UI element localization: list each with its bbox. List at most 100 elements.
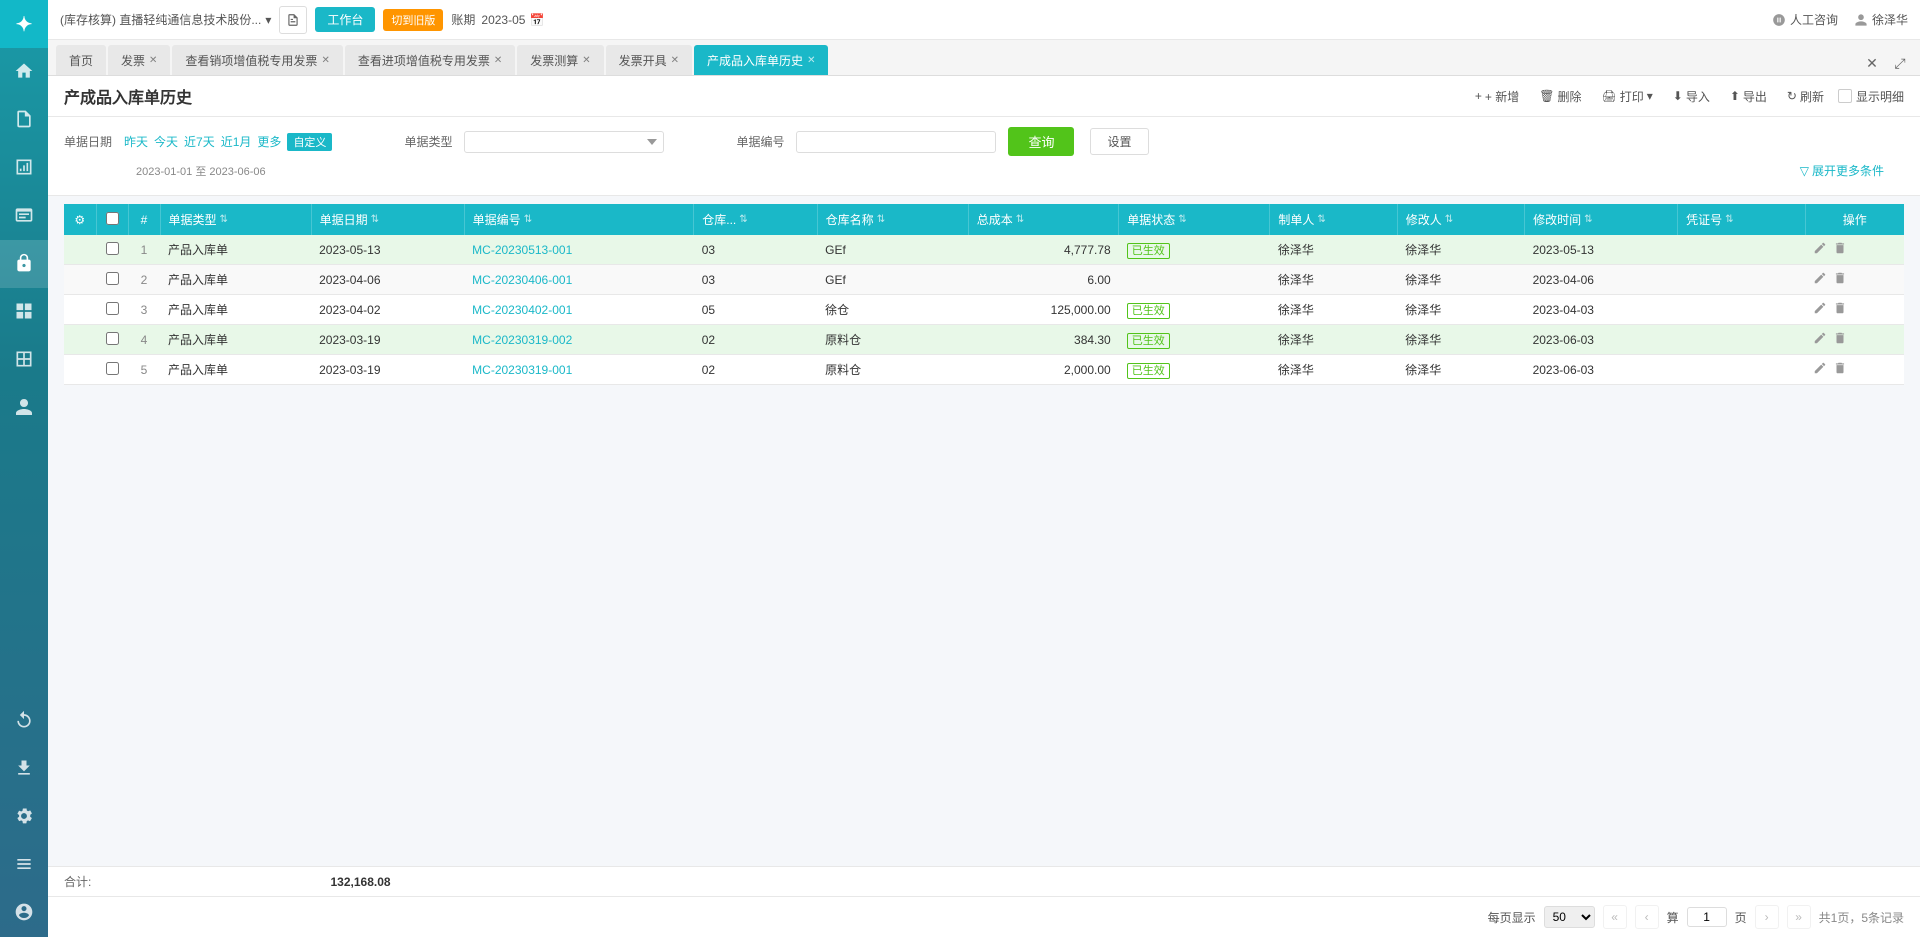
doc-icon-btn[interactable] — [279, 6, 307, 34]
delete-btn[interactable]: 🗑 删除 — [1533, 85, 1587, 108]
next-page-btn[interactable]: › — [1755, 905, 1779, 929]
expand-conditions-btn[interactable]: ▽ 展开更多条件 — [1800, 162, 1884, 179]
th-voucher-no[interactable]: 凭证号⇅ — [1678, 204, 1805, 235]
th-doc-status[interactable]: 单据状态⇅ — [1119, 204, 1270, 235]
tab-check-input-vat-close[interactable]: ✕ — [494, 55, 502, 66]
tab-invoice-open[interactable]: 发票开具 ✕ — [606, 45, 692, 75]
doc-no-input[interactable] — [796, 131, 996, 153]
tab-invoice[interactable]: 发票 ✕ — [108, 45, 170, 75]
cell-checkbox[interactable] — [96, 325, 128, 355]
tab-close-all-btn[interactable]: ✕ — [1860, 51, 1884, 75]
cell-doc-no[interactable]: MC-20230402-001 — [464, 295, 694, 325]
sidebar-item-bill[interactable] — [0, 192, 48, 240]
sidebar-item-play[interactable] — [0, 841, 48, 889]
th-total-cost[interactable]: 总成本⇅ — [968, 204, 1118, 235]
row-delete-icon[interactable] — [1833, 271, 1847, 288]
import-btn[interactable]: ⬇ 导入 — [1667, 85, 1716, 108]
doc-no-link[interactable]: MC-20230513-001 — [472, 243, 572, 257]
row-edit-icon[interactable] — [1813, 241, 1827, 258]
row-checkbox[interactable] — [106, 302, 119, 315]
tab-home[interactable]: 首页 — [56, 45, 106, 75]
sidebar-item-gear[interactable] — [0, 793, 48, 841]
last-page-btn[interactable]: » — [1787, 905, 1811, 929]
row-edit-icon[interactable] — [1813, 271, 1827, 288]
th-doc-type[interactable]: 单据类型⇅ — [160, 204, 311, 235]
add-btn[interactable]: + + 新增 — [1469, 85, 1525, 108]
select-all-checkbox[interactable] — [106, 212, 119, 225]
cell-checkbox[interactable] — [96, 265, 128, 295]
doc-no-link[interactable]: MC-20230319-001 — [472, 363, 572, 377]
query-btn[interactable]: 查询 — [1008, 127, 1074, 156]
tab-invoice-open-close[interactable]: ✕ — [671, 55, 679, 66]
user-service-btn[interactable]: 人工咨询 — [1772, 11, 1838, 28]
th-creator[interactable]: 制单人⇅ — [1270, 204, 1397, 235]
sidebar-item-table2[interactable] — [0, 336, 48, 384]
th-doc-date[interactable]: 单据日期⇅ — [311, 204, 464, 235]
tab-maximize-btn[interactable]: ⤢ — [1888, 51, 1912, 75]
th-checkbox[interactable] — [96, 204, 128, 235]
tab-check-sales-vat-close[interactable]: ✕ — [321, 55, 329, 66]
cell-doc-no[interactable]: MC-20230319-002 — [464, 325, 694, 355]
row-edit-icon[interactable] — [1813, 301, 1827, 318]
tab-product-inbound-history[interactable]: 产成品入库单历史 ✕ — [694, 45, 828, 75]
tab-invoice-calc-close[interactable]: ✕ — [582, 55, 590, 66]
tab-invoice-close[interactable]: ✕ — [149, 55, 157, 66]
tab-check-sales-vat[interactable]: 查看销项增值税专用发票 ✕ — [172, 45, 342, 75]
th-modifier[interactable]: 修改人⇅ — [1397, 204, 1524, 235]
company-dropdown-icon[interactable]: ▾ — [265, 13, 271, 27]
show-detail-toggle[interactable]: 显示明细 — [1838, 88, 1904, 105]
row-delete-icon[interactable] — [1833, 361, 1847, 378]
show-detail-checkbox[interactable] — [1838, 89, 1852, 103]
doc-no-link[interactable]: MC-20230319-002 — [472, 333, 572, 347]
cell-doc-no[interactable]: MC-20230513-001 — [464, 235, 694, 265]
row-delete-icon[interactable] — [1833, 331, 1847, 348]
switch-period-btn[interactable]: 切到旧版 — [383, 9, 443, 31]
refresh-btn[interactable]: ↻ 刷新 — [1781, 85, 1830, 108]
date-today[interactable]: 今天 — [154, 133, 178, 150]
sidebar-item-vip[interactable] — [0, 889, 48, 937]
row-edit-icon[interactable] — [1813, 361, 1827, 378]
th-warehouse-code[interactable]: 仓库...⇅ — [694, 204, 817, 235]
date-custom-tag[interactable]: 自定义 — [287, 133, 332, 151]
settings-icon-th[interactable]: ⚙ — [74, 213, 85, 227]
page-input[interactable] — [1687, 907, 1727, 927]
workbench-btn[interactable]: 工作台 — [315, 7, 375, 32]
sidebar-item-home[interactable] — [0, 48, 48, 96]
cell-checkbox[interactable] — [96, 295, 128, 325]
row-checkbox[interactable] — [106, 332, 119, 345]
prev-page-btn[interactable]: ‹ — [1635, 905, 1659, 929]
cell-doc-no[interactable]: MC-20230319-001 — [464, 355, 694, 385]
date-7days[interactable]: 近7天 — [184, 133, 215, 150]
set-btn[interactable]: 设置 — [1090, 128, 1148, 155]
tab-product-inbound-close[interactable]: ✕ — [807, 55, 815, 66]
sidebar-item-chart[interactable] — [0, 144, 48, 192]
date-more[interactable]: 更多 — [257, 133, 281, 150]
sidebar-item-lock[interactable] — [0, 240, 48, 288]
export-btn[interactable]: ⬆ 导出 — [1724, 85, 1773, 108]
page-size-select[interactable]: 50 10 20 100 — [1544, 906, 1595, 928]
date-yesterday[interactable]: 昨天 — [124, 133, 148, 150]
sidebar-item-grid[interactable] — [0, 288, 48, 336]
row-checkbox[interactable] — [106, 242, 119, 255]
row-checkbox[interactable] — [106, 272, 119, 285]
th-warehouse-name[interactable]: 仓库名称⇅ — [817, 204, 968, 235]
tab-invoice-calc[interactable]: 发票测算 ✕ — [517, 45, 603, 75]
cell-doc-no[interactable]: MC-20230406-001 — [464, 265, 694, 295]
date-1month[interactable]: 近1月 — [221, 133, 252, 150]
row-checkbox[interactable] — [106, 362, 119, 375]
sidebar-item-person[interactable] — [0, 384, 48, 432]
doc-type-select[interactable] — [464, 131, 664, 153]
row-edit-icon[interactable] — [1813, 331, 1827, 348]
user-avatar-btn[interactable]: 徐泽华 — [1854, 11, 1908, 28]
cell-checkbox[interactable] — [96, 235, 128, 265]
print-btn[interactable]: 🖨 打印 ▾ — [1595, 85, 1658, 108]
sidebar-item-doc[interactable] — [0, 96, 48, 144]
th-settings[interactable]: ⚙ — [64, 204, 96, 235]
row-delete-icon[interactable] — [1833, 241, 1847, 258]
cell-checkbox[interactable] — [96, 355, 128, 385]
tab-check-input-vat[interactable]: 查看进项增值税专用发票 ✕ — [345, 45, 515, 75]
th-modify-time[interactable]: 修改时间⇅ — [1525, 204, 1678, 235]
sidebar-item-refresh2[interactable] — [0, 697, 48, 745]
sidebar-item-download[interactable] — [0, 745, 48, 793]
doc-no-link[interactable]: MC-20230406-001 — [472, 273, 572, 287]
